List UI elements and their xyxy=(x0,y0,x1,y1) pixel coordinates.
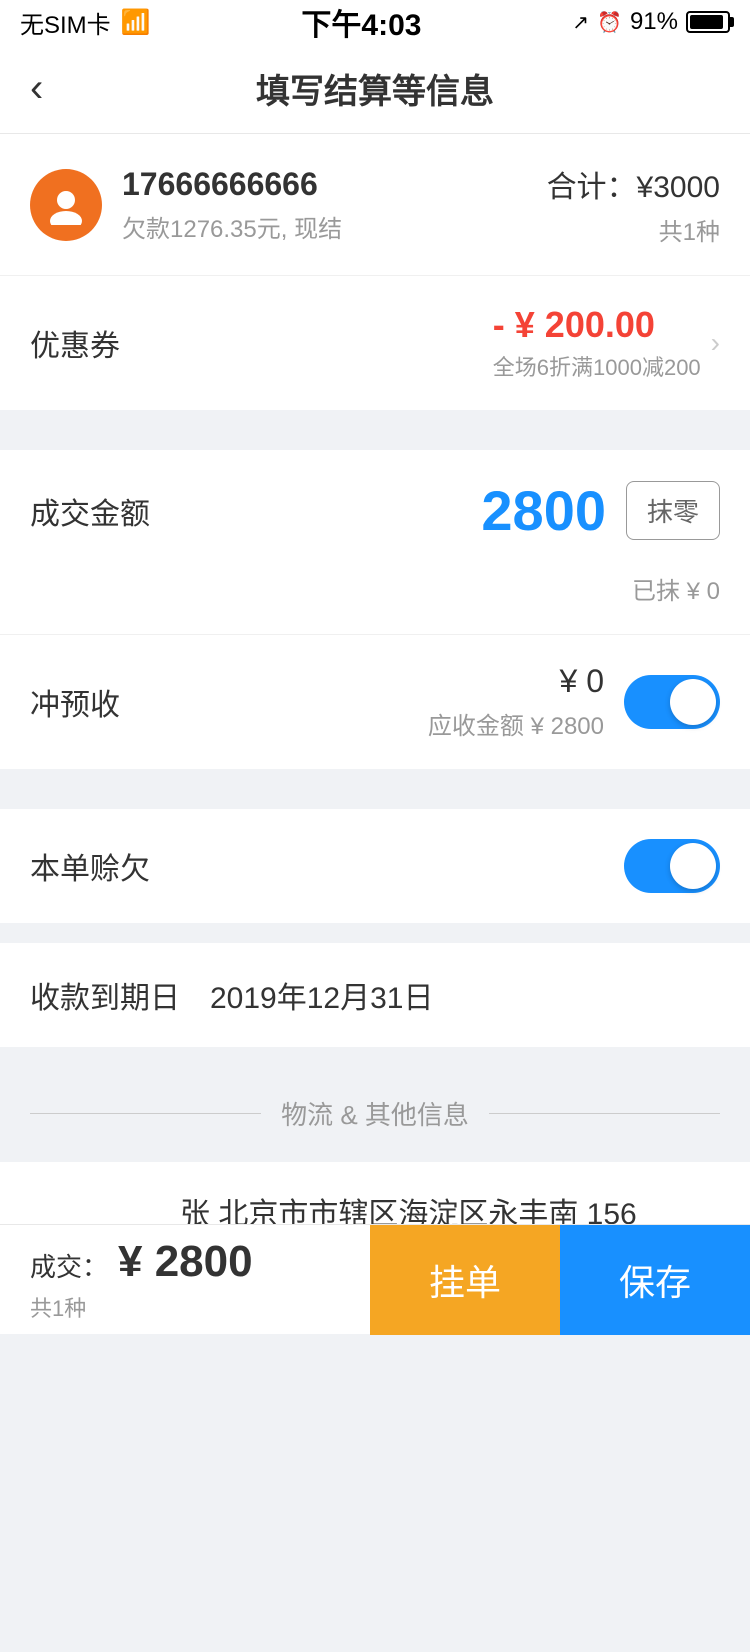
total-amount: 合计：¥3000 xyxy=(547,162,720,206)
section-line-left xyxy=(30,1113,261,1114)
round-zero-button[interactable]: 抹零 xyxy=(626,481,720,540)
status-left: 无SIM卡 📶 xyxy=(20,5,151,40)
deal-amount-label: 成交金额 xyxy=(30,489,150,533)
prepaid-amount: ¥ 0 xyxy=(428,663,604,700)
content-area: 17666666666 欠款1276.35元, 现结 合计：¥3000 共1种 … xyxy=(0,134,750,1652)
chevron-right-icon: › xyxy=(711,327,720,359)
coupon-info: - ¥ 200.00 全场6折满1000减200 xyxy=(493,304,701,382)
customer-card: 17666666666 欠款1276.35元, 现结 合计：¥3000 共1种 … xyxy=(0,134,750,410)
customer-row: 17666666666 欠款1276.35元, 现结 合计：¥3000 共1种 xyxy=(0,134,750,275)
bottom-bar: 成交： ¥ 2800 共1种 挂单 保存 xyxy=(0,1224,750,1334)
customer-info-text: 17666666666 欠款1276.35元, 现结 xyxy=(122,166,342,244)
prepaid-value-block: ¥ 0 应收金额 ¥ 2800 xyxy=(428,663,604,741)
bottom-deal-label: 成交： xyxy=(30,1247,108,1284)
prepaid-receivable: 应收金额 ¥ 2800 xyxy=(428,706,604,741)
coupon-row[interactable]: 优惠券 - ¥ 200.00 全场6折满1000减200 › xyxy=(0,275,750,410)
customer-debt-note: 欠款1276.35元, 现结 xyxy=(122,209,342,244)
deal-amount-value: 2800 xyxy=(481,478,606,543)
bottom-spacer xyxy=(0,1332,750,1532)
nav-bar: ‹ 填写结算等信息 xyxy=(0,44,750,134)
section-line-right xyxy=(489,1113,720,1114)
deal-right: 2800 抹零 xyxy=(481,478,720,543)
bottom-summary-top: 成交： ¥ 2800 xyxy=(30,1237,340,1287)
prepaid-row: 冲预收 ¥ 0 应收金额 ¥ 2800 xyxy=(0,634,750,769)
coupon-right: - ¥ 200.00 全场6折满1000减200 › xyxy=(493,304,720,382)
due-date-value: 2019年12月31日 xyxy=(210,973,433,1017)
hang-button[interactable]: 挂单 xyxy=(370,1225,560,1335)
customer-right: 合计：¥3000 共1种 xyxy=(547,162,720,247)
status-right: ↗ ⏰ 91% xyxy=(572,8,730,36)
battery-percent: 91% xyxy=(630,8,678,36)
carrier-text: 无SIM卡 xyxy=(20,5,111,40)
due-date-label: 收款到期日 xyxy=(30,973,180,1017)
coupon-label: 优惠券 xyxy=(30,321,120,365)
deal-amount-row: 成交金额 2800 抹零 xyxy=(0,450,750,571)
battery-icon xyxy=(686,11,730,33)
save-button[interactable]: 保存 xyxy=(560,1225,750,1335)
status-time: 下午4:03 xyxy=(301,0,421,44)
bottom-deal-amount: ¥ 2800 xyxy=(118,1237,253,1287)
customer-left: 17666666666 欠款1276.35元, 现结 xyxy=(30,166,342,244)
location-icon: ↗ xyxy=(572,10,589,35)
toggle-knob xyxy=(670,679,716,725)
debt-toggle[interactable] xyxy=(624,839,720,893)
debt-row: 本单赊欠 xyxy=(0,809,750,923)
alarm-icon: ⏰ xyxy=(597,10,622,35)
back-button[interactable]: ‹ xyxy=(30,66,90,111)
bottom-count: 共1种 xyxy=(30,1291,340,1323)
logistics-section-header: 物流 & 其他信息 xyxy=(0,1067,750,1160)
bottom-summary: 成交： ¥ 2800 共1种 xyxy=(0,1237,370,1323)
deal-sub-row: 已抹 ¥ 0 xyxy=(0,571,750,634)
prepaid-right: ¥ 0 应收金额 ¥ 2800 xyxy=(428,663,720,741)
page-title: 填写结算等信息 xyxy=(256,64,494,113)
deal-amount-section: 成交金额 2800 抹零 已抹 ¥ 0 冲预收 ¥ 0 应收金额 ¥ 2800 xyxy=(0,450,750,769)
debt-toggle-knob xyxy=(670,843,716,889)
coupon-desc: 全场6折满1000减200 xyxy=(493,350,701,382)
divider-1 xyxy=(0,430,750,450)
status-bar: 无SIM卡 📶 下午4:03 ↗ ⏰ 91% xyxy=(0,0,750,44)
customer-phone: 17666666666 xyxy=(122,166,342,203)
coupon-amount: - ¥ 200.00 xyxy=(493,304,701,346)
logistics-label: 物流 & 其他信息 xyxy=(281,1095,469,1132)
avatar xyxy=(30,169,102,241)
divider-2 xyxy=(0,789,750,809)
prepaid-toggle[interactable] xyxy=(624,675,720,729)
due-date-row: 收款到期日 2019年12月31日 xyxy=(0,943,750,1047)
debt-label: 本单赊欠 xyxy=(30,844,150,888)
prepaid-label: 冲预收 xyxy=(30,680,120,724)
total-count: 共1种 xyxy=(547,212,720,247)
wifi-icon: 📶 xyxy=(121,8,151,37)
